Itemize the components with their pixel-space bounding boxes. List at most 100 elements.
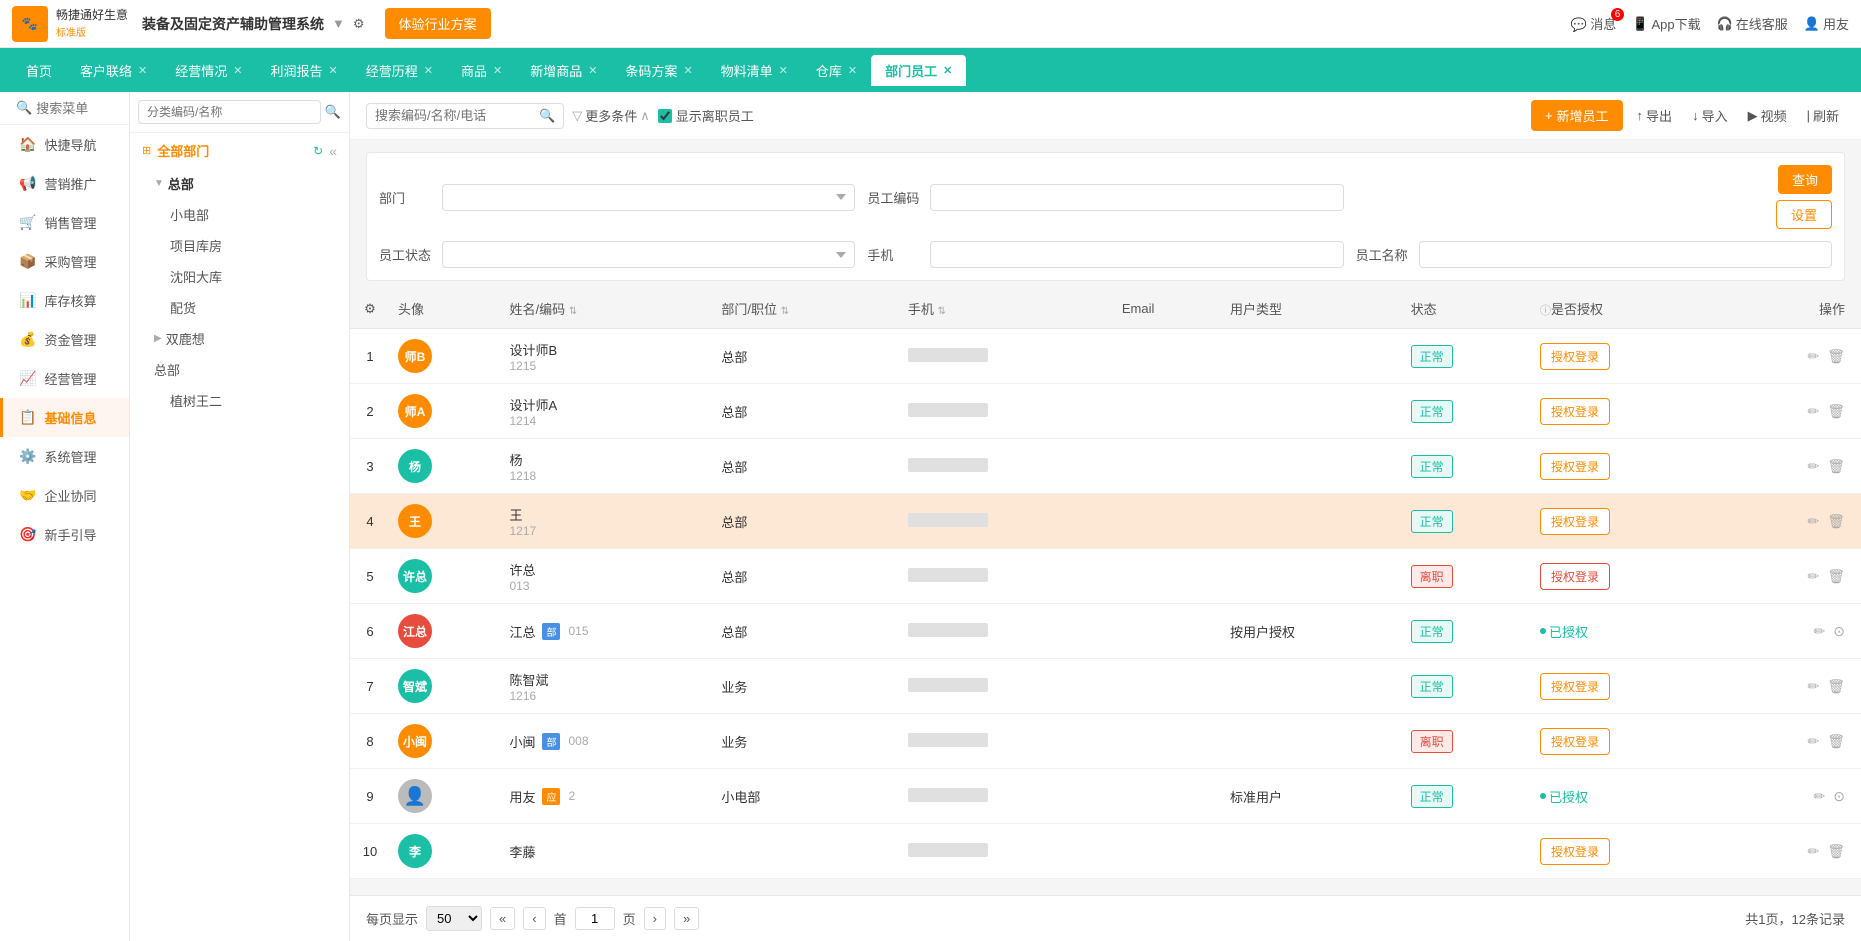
set-button[interactable]: 设置 [1776, 200, 1832, 229]
del-icon-2[interactable]: 🗑 [1827, 403, 1845, 420]
auth-btn-3[interactable]: 授权登录 [1540, 453, 1610, 480]
close-profit-icon[interactable]: ✕ [329, 64, 338, 77]
close-barcode-icon[interactable]: ✕ [683, 64, 692, 77]
dept-collapse-icon[interactable]: « [329, 143, 337, 159]
trial-button[interactable]: 体验行业方案 [385, 8, 491, 39]
sidebar-item-guide[interactable]: 🎯 新手引导 [0, 515, 129, 554]
auth-btn-10[interactable]: 授权登录 [1540, 838, 1610, 865]
del-icon-10[interactable]: 🗑 [1827, 843, 1845, 860]
query-button[interactable]: 查询 [1778, 165, 1832, 194]
notification-button[interactable]: 💬 消息 6 [1570, 14, 1616, 33]
view-button[interactable]: ▶ 视频 [1742, 102, 1793, 129]
filter-dept-select[interactable] [442, 184, 855, 211]
del-icon-3[interactable]: 🗑 [1827, 458, 1845, 475]
sidebar-item-sales[interactable]: 🛒 销售管理 [0, 203, 129, 242]
close-history-icon[interactable]: ✕ [424, 64, 433, 77]
filter-empcode-input[interactable] [930, 184, 1343, 211]
dept-header[interactable]: ⊞ 全部部门 ↻ « [130, 133, 349, 168]
auth-btn-2[interactable]: 授权登录 [1540, 398, 1610, 425]
page-number-input[interactable] [575, 907, 615, 930]
close-customer-icon[interactable]: ✕ [138, 64, 147, 77]
sidebar-item-system[interactable]: ⚙️ 系统管理 [0, 437, 129, 476]
th-phone[interactable]: 手机 ⇅ [900, 289, 1114, 329]
dept-item-shuanglu[interactable]: ▶ 双鹿想 [138, 323, 349, 354]
del-icon-4[interactable]: 🗑 [1827, 513, 1845, 530]
del-icon-8[interactable]: 🗑 [1827, 733, 1845, 750]
dept-item-shenyang[interactable]: 沈阳大库 [138, 261, 349, 292]
print-button[interactable]: | 刷新 [1801, 102, 1845, 129]
next-page-button[interactable]: › [644, 907, 666, 930]
edit-icon-9[interactable]: ✏ [1814, 788, 1826, 805]
import-button[interactable]: ↓ 导入 [1686, 102, 1734, 129]
sidebar-item-finance[interactable]: 💰 资金管理 [0, 320, 129, 359]
close-bom-icon[interactable]: ✕ [779, 64, 788, 77]
nav-tab-home[interactable]: 首页 [12, 55, 66, 86]
gear-icon[interactable]: ⚙ [353, 16, 365, 32]
nav-tab-new-goods[interactable]: 新增商品 ✕ [516, 55, 611, 86]
th-name[interactable]: 姓名/编码 ⇅ [501, 289, 713, 329]
del-icon-1[interactable]: 🗑 [1827, 348, 1845, 365]
edit-icon-6[interactable]: ✏ [1814, 623, 1826, 640]
sidebar-item-purchase[interactable]: 📦 采购管理 [0, 242, 129, 281]
edit-icon-10[interactable]: ✏ [1807, 843, 1819, 860]
nav-tab-bom[interactable]: 物料清单 ✕ [707, 55, 802, 86]
employee-search-input[interactable] [375, 108, 535, 123]
add-employee-button[interactable]: + 新增员工 [1531, 100, 1623, 131]
sidebar-item-collab[interactable]: 🤝 企业协同 [0, 476, 129, 515]
sidebar-item-shortcut[interactable]: 🏠 快捷导航 [0, 125, 129, 164]
nav-tab-history[interactable]: 经营历程 ✕ [352, 55, 447, 86]
edit-icon-8[interactable]: ✏ [1807, 733, 1819, 750]
auth-btn-8[interactable]: 授权登录 [1540, 728, 1610, 755]
page-size-select[interactable]: 50 10 20 100 [426, 906, 482, 931]
close-goods-icon[interactable]: ✕ [493, 64, 502, 77]
online-service-button[interactable]: 🎧 在线客服 [1717, 14, 1788, 33]
sidebar-search-input[interactable] [36, 101, 130, 116]
nav-tab-operation[interactable]: 经营情况 ✕ [161, 55, 256, 86]
filter-status-select[interactable] [442, 241, 855, 268]
dept-item-zongbu[interactable]: ▼ 总部 [138, 168, 349, 199]
close-new-goods-icon[interactable]: ✕ [588, 64, 597, 77]
nav-tab-goods[interactable]: 商品 ✕ [447, 55, 516, 86]
edit-icon-3[interactable]: ✏ [1807, 458, 1819, 475]
nav-tab-profit[interactable]: 利润报告 ✕ [256, 55, 351, 86]
auth-btn-5[interactable]: 授权登录 [1540, 563, 1610, 590]
auth-btn-1[interactable]: 授权登录 [1540, 343, 1610, 370]
filter-phone-input[interactable] [930, 241, 1343, 268]
auth-btn-7[interactable]: 授权登录 [1540, 673, 1610, 700]
copy-icon-6[interactable]: ⊙ [1833, 623, 1845, 640]
edit-icon-4[interactable]: ✏ [1807, 513, 1819, 530]
sidebar-item-operation[interactable]: 📈 经营管理 [0, 359, 129, 398]
dept-item-zhishu[interactable]: 植树王二 [138, 385, 349, 416]
sidebar-item-basic[interactable]: 📋 基础信息 [0, 398, 129, 437]
th-dept[interactable]: 部门/职位 ⇅ [713, 289, 899, 329]
nav-tab-dept[interactable]: 部门员工 ✕ [871, 55, 966, 86]
search-icon[interactable]: 🔍 [539, 108, 555, 124]
export-button[interactable]: ↑ 导出 [1631, 102, 1679, 129]
sidebar-item-marketing[interactable]: 📢 营销推广 [0, 164, 129, 203]
edit-icon-7[interactable]: ✏ [1807, 678, 1819, 695]
dept-item-project[interactable]: 项目库房 [138, 230, 349, 261]
edit-icon-2[interactable]: ✏ [1807, 403, 1819, 420]
nav-tab-warehouse[interactable]: 仓库 ✕ [802, 55, 871, 86]
dept-refresh-icon[interactable]: ↻ [313, 144, 323, 158]
sidebar-item-inventory[interactable]: 📊 库存核算 [0, 281, 129, 320]
more-filter-button[interactable]: ▽ 更多条件 ∧ [572, 106, 650, 125]
prev-page-button[interactable]: ‹ [523, 907, 545, 930]
user-menu-button[interactable]: 👤 用友 [1804, 14, 1849, 33]
system-dropdown-icon[interactable]: ▼ [332, 16, 345, 31]
auth-btn-4[interactable]: 授权登录 [1540, 508, 1610, 535]
del-icon-5[interactable]: 🗑 [1827, 568, 1845, 585]
dept-item-peihuo[interactable]: 配货 [138, 292, 349, 323]
dept-search-icon[interactable]: 🔍 [325, 104, 341, 120]
del-icon-7[interactable]: 🗑 [1827, 678, 1845, 695]
nav-tab-customer[interactable]: 客户联络 ✕ [66, 55, 161, 86]
first-page-button[interactable]: « [490, 907, 515, 930]
dept-search-input[interactable] [138, 100, 321, 124]
last-page-button[interactable]: » [674, 907, 699, 930]
close-warehouse-icon[interactable]: ✕ [848, 64, 857, 77]
nav-tab-barcode[interactable]: 条码方案 ✕ [611, 55, 706, 86]
show-resigned-checkbox[interactable] [658, 109, 672, 123]
dept-item-xiaodian[interactable]: 小电部 [138, 199, 349, 230]
close-dept-icon[interactable]: ✕ [943, 64, 952, 77]
app-download-button[interactable]: 📱 App下载 [1632, 14, 1700, 33]
